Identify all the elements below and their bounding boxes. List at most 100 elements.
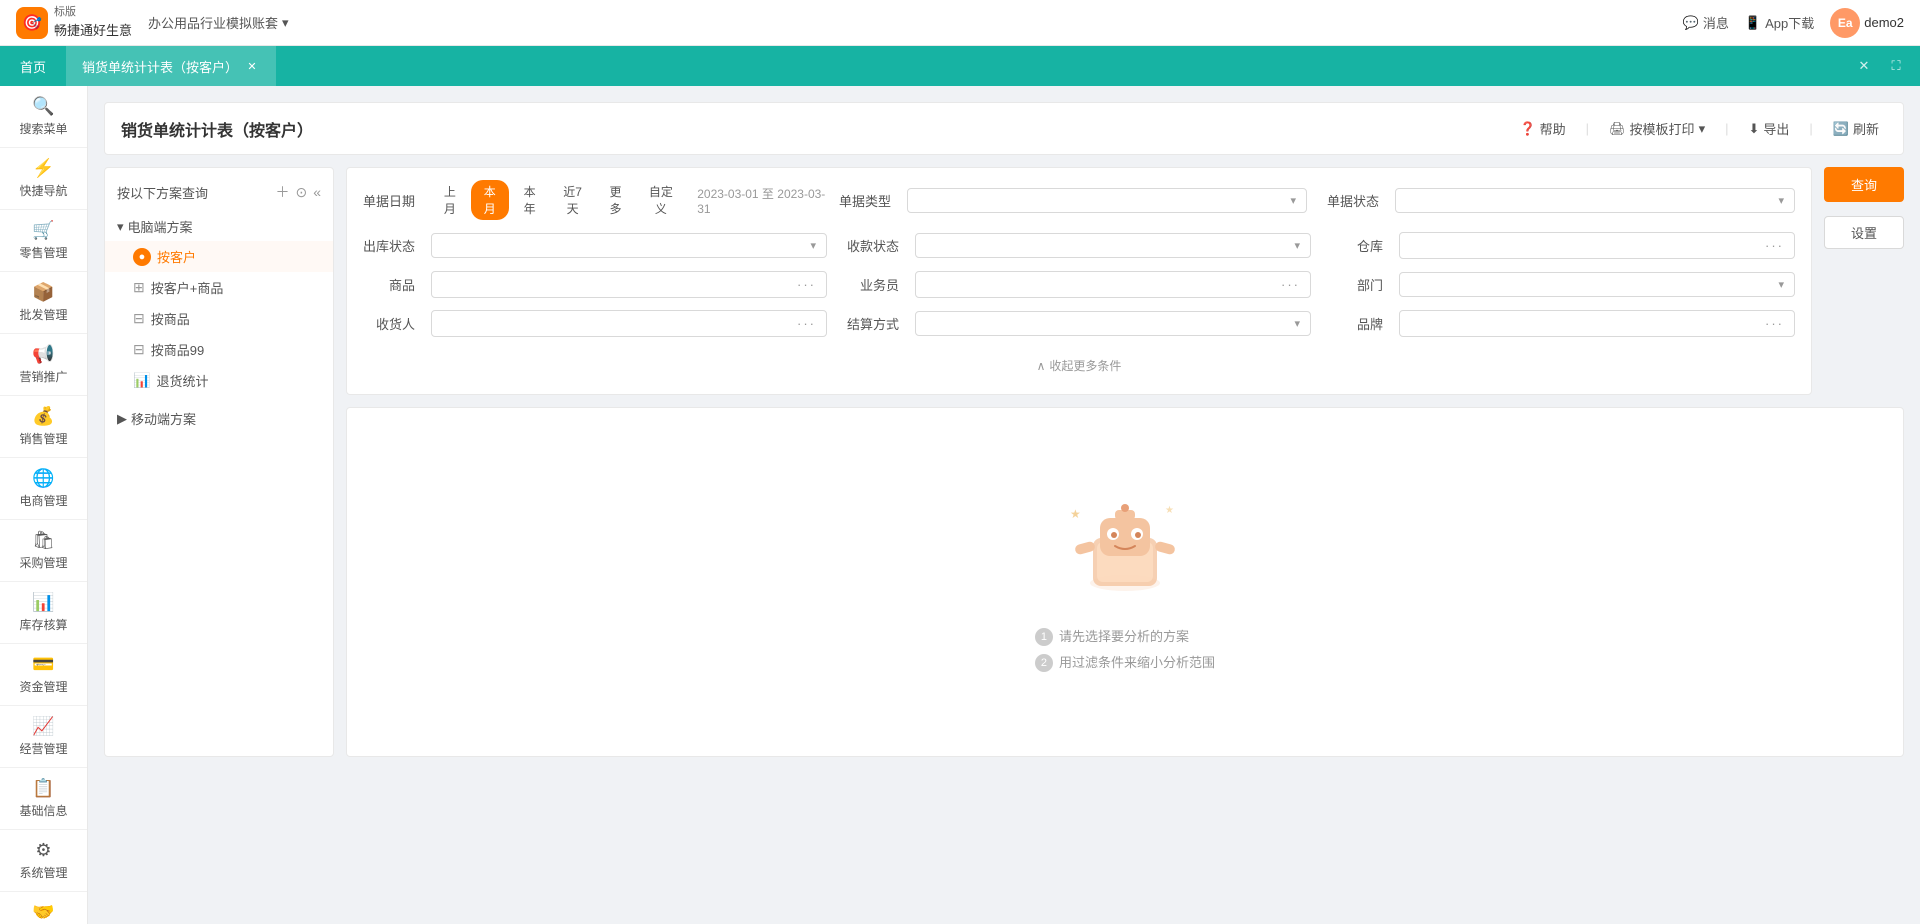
- order-type-select[interactable]: ▾: [907, 188, 1307, 213]
- out-status-control: ▾: [431, 233, 827, 258]
- message-button[interactable]: 💬 消息: [1683, 13, 1729, 32]
- scheme-item-by-customer[interactable]: ● 按客户: [105, 241, 333, 272]
- help-button[interactable]: ❓ 帮助: [1511, 115, 1573, 142]
- sidebar-item-purchase[interactable]: 🛍 采购管理: [0, 520, 87, 582]
- user-avatar: Ea: [1830, 8, 1860, 38]
- date-tabs: 上月 本月 本年 近7天 更多 自定义: [431, 180, 685, 220]
- scheme-item-by-product[interactable]: ⊟ 按商品: [105, 303, 333, 334]
- date-tab-last-7[interactable]: 近7天: [551, 180, 595, 220]
- help-icon: ❓: [1519, 121, 1535, 137]
- workspace-selector[interactable]: 办公用品行业模拟账套 ▾: [140, 9, 297, 36]
- export-label: 导出: [1763, 119, 1789, 138]
- order-status-arrow: ▾: [1778, 194, 1784, 207]
- scheme-collapse-button[interactable]: «: [313, 184, 321, 200]
- scheme-settings-button[interactable]: ⊙: [295, 184, 307, 201]
- page-title-bar: 销货单统计计表（按客户） ❓ 帮助 | 🖨 按模板打印 ▾ | ⬇: [104, 102, 1904, 155]
- date-tab-last-month[interactable]: 上月: [431, 180, 469, 220]
- sidebar-item-cooperation[interactable]: 🤝 企业协同: [0, 892, 87, 924]
- group-expand-icon: ▾: [117, 219, 124, 235]
- template-print-button[interactable]: 🖨 按模板打印 ▾: [1601, 115, 1713, 142]
- app-name: 畅捷通好生意: [54, 20, 132, 39]
- filter-and-buttons: 单据日期 上月 本月 本年 近7天 更多 自定义: [346, 167, 1904, 395]
- sidebar-item-inventory[interactable]: 📊 库存核算: [0, 582, 87, 644]
- scheme-item-by-customer-product[interactable]: ⊞ 按客户+商品: [105, 272, 333, 303]
- collapse-bar[interactable]: ∧ 收起更多条件: [363, 349, 1795, 382]
- tab-expand-button[interactable]: ⛶: [1884, 54, 1908, 78]
- filter-row-3: 商品 ··· 业务员: [363, 271, 1795, 298]
- sidebar-item-wholesale[interactable]: 📦 批发管理: [0, 272, 87, 334]
- export-button[interactable]: ⬇ 导出: [1740, 115, 1797, 142]
- order-status-select[interactable]: ▾: [1395, 188, 1795, 213]
- sidebar-item-marketing[interactable]: 📢 营销推广: [0, 334, 87, 396]
- step-2-num: 2: [1035, 654, 1053, 672]
- settings-button[interactable]: 设置: [1824, 216, 1904, 249]
- product-dots: ···: [797, 277, 816, 292]
- logo-icon: 🎯: [16, 7, 48, 39]
- tab-close-icon[interactable]: ✕: [244, 58, 260, 74]
- tab-close-all-button[interactable]: ✕: [1852, 54, 1876, 78]
- by-product-99-label: 按商品99: [151, 340, 204, 359]
- print-dropdown-icon: ▾: [1699, 121, 1706, 137]
- tab-sales-report[interactable]: 销货单统计计表（按客户） ✕: [66, 46, 276, 86]
- receiver-select[interactable]: ···: [431, 310, 827, 337]
- refresh-icon: 🔄: [1833, 121, 1849, 137]
- refresh-button[interactable]: 🔄 刷新: [1825, 115, 1887, 142]
- product-control: ···: [431, 271, 827, 298]
- sidebar-item-basics[interactable]: 📋 基础信息: [0, 768, 87, 830]
- date-tab-this-month[interactable]: 本月: [471, 180, 509, 220]
- date-tab-custom[interactable]: 自定义: [636, 180, 685, 220]
- query-button[interactable]: 查询: [1824, 167, 1904, 202]
- out-status-select[interactable]: ▾: [431, 233, 827, 258]
- sidebar-item-search[interactable]: 🔍 搜索菜单: [0, 86, 87, 148]
- step-2-text: 用过滤条件来缩小分析范围: [1059, 650, 1215, 676]
- sidebar-sales-label: 销售管理: [19, 430, 67, 447]
- app-download-button[interactable]: 📱 App下载: [1745, 13, 1814, 32]
- mobile-group-expand-icon: ▶: [117, 411, 127, 427]
- payment-status-select[interactable]: ▾: [915, 233, 1311, 258]
- sidebar-inventory-label: 库存核算: [19, 616, 67, 633]
- refresh-label: 刷新: [1853, 119, 1879, 138]
- sidebar-basics-label: 基础信息: [19, 802, 67, 819]
- top-header: 🎯 标版 畅捷通好生意 办公用品行业模拟账套 ▾ 💬 消息 📱 App下载 Ea…: [0, 0, 1920, 46]
- salesperson-select[interactable]: ···: [915, 271, 1311, 298]
- filter-right: 单据日期 上月 本月 本年 近7天 更多 自定义: [346, 167, 1904, 757]
- scheme-group-desktop-title[interactable]: ▾ 电脑端方案: [105, 212, 333, 241]
- sidebar-item-ecommerce[interactable]: 🌐 电商管理: [0, 458, 87, 520]
- receiver-control: ···: [431, 310, 827, 337]
- warehouse-select[interactable]: ···: [1399, 232, 1795, 259]
- sidebar-item-retail[interactable]: 🛒 零售管理: [0, 210, 87, 272]
- date-tab-more[interactable]: 更多: [597, 180, 635, 220]
- brand-select[interactable]: ···: [1399, 310, 1795, 337]
- scheme-item-return-stats[interactable]: 📊 退货统计: [105, 365, 333, 396]
- product-select[interactable]: ···: [431, 271, 827, 298]
- order-status-control: ▾: [1395, 188, 1795, 213]
- scheme-group-mobile-title[interactable]: ▶ 移动端方案: [105, 404, 333, 433]
- salesperson-control: ···: [915, 271, 1311, 298]
- step-2: 2 用过滤条件来缩小分析范围: [1035, 650, 1215, 676]
- divider3: |: [1809, 121, 1812, 136]
- department-select[interactable]: ▾: [1399, 272, 1795, 297]
- scheme-header: 按以下方案查询 ＋ ⊙ «: [105, 176, 333, 208]
- scheme-item-by-product-99[interactable]: ⊟ 按商品99: [105, 334, 333, 365]
- sidebar-item-operations[interactable]: 📈 经营管理: [0, 706, 87, 768]
- order-type-arrow: ▾: [1290, 194, 1296, 207]
- payment-method-select[interactable]: ▾: [915, 311, 1311, 336]
- scheme-add-button[interactable]: ＋: [275, 182, 289, 202]
- tab-bar: 首页 销货单统计计表（按客户） ✕ ✕ ⛶: [0, 46, 1920, 86]
- inventory-icon: 📊: [32, 592, 54, 613]
- scheme-header-label: 按以下方案查询: [117, 183, 208, 202]
- tab-bar-right: ✕ ⛶: [1852, 54, 1920, 78]
- main-layout: 🔍 搜索菜单 ⚡ 快捷导航 🛒 零售管理 📦 批发管理 📢 营销推广 💰 销售管…: [0, 86, 1920, 924]
- sidebar-item-system[interactable]: ⚙ 系统管理: [0, 830, 87, 892]
- brand-label: 品牌: [1331, 314, 1391, 333]
- warehouse-control: ···: [1399, 232, 1795, 259]
- user-area[interactable]: Ea demo2: [1830, 8, 1904, 38]
- tab-home[interactable]: 首页: [0, 46, 66, 86]
- filter-row-4: 收货人 ··· 结算方式: [363, 310, 1795, 337]
- export-icon: ⬇: [1748, 121, 1759, 137]
- sidebar-item-sales[interactable]: 💰 销售管理: [0, 396, 87, 458]
- sidebar-item-finance[interactable]: 💳 资金管理: [0, 644, 87, 706]
- date-tab-this-year[interactable]: 本年: [511, 180, 549, 220]
- sidebar-purchase-label: 采购管理: [19, 554, 67, 571]
- sidebar-item-quick-nav[interactable]: ⚡ 快捷导航: [0, 148, 87, 210]
